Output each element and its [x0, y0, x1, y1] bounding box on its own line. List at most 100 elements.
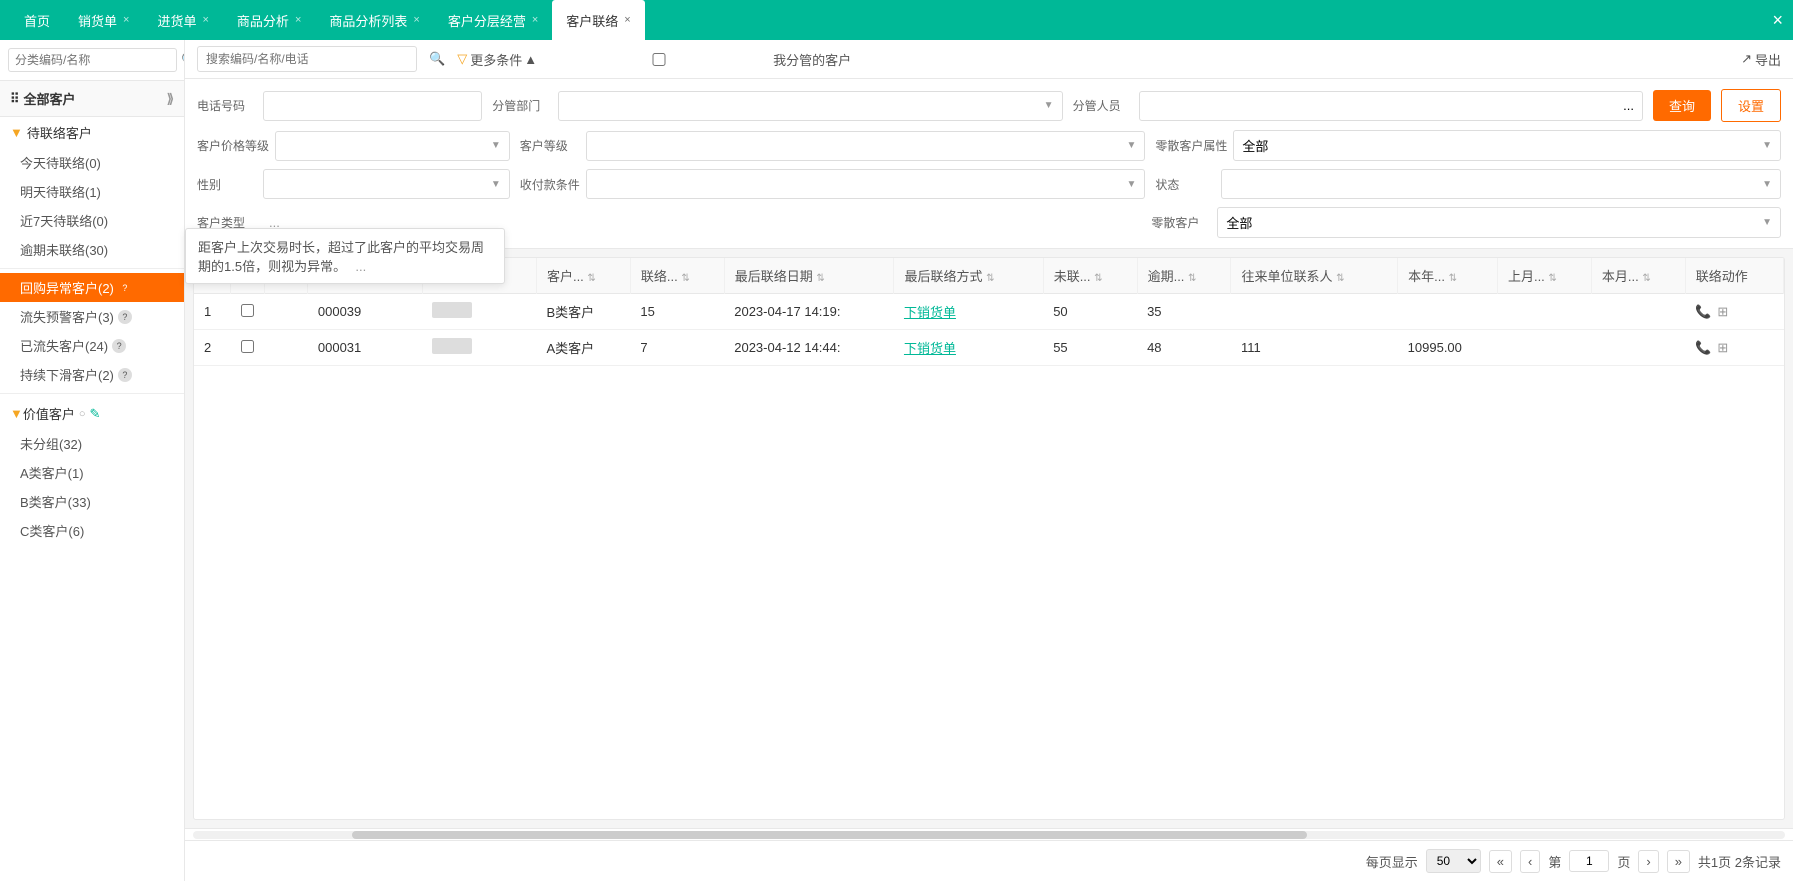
person-select[interactable]: ...	[1139, 91, 1643, 121]
retail-attr-label: 零散客户属性	[1155, 137, 1227, 154]
all-customers-label: 全部客户	[24, 89, 76, 108]
payment-label: 收付款条件	[520, 176, 580, 193]
sidebar-item-declining[interactable]: 持续下滑客户(2) ?	[0, 360, 184, 389]
col-last-contact-date[interactable]: 最后联络日期 ⇅	[724, 258, 894, 294]
nav-customer-contact[interactable]: 客户联络 ×	[552, 0, 644, 40]
tooltip-more[interactable]: ...	[355, 259, 366, 274]
nav-sales[interactable]: 销货单 ×	[64, 0, 143, 40]
sidebar-item-loss-warning[interactable]: 流失预警客户(3) ?	[0, 302, 184, 331]
gender-select[interactable]: ▼	[263, 169, 510, 199]
dept-select[interactable]: ▼	[558, 91, 1062, 121]
close-customer-tier-tab[interactable]: ×	[532, 14, 538, 26]
query-button[interactable]: 查询	[1653, 90, 1711, 121]
waiting-group-label[interactable]: ▼ 待联络客户	[0, 117, 184, 148]
lost-info-icon[interactable]: ?	[112, 339, 126, 353]
nav-purchase[interactable]: 进货单 ×	[143, 0, 222, 40]
sidebar-item-ungroup[interactable]: 未分组(32)	[0, 429, 184, 458]
col-this-year[interactable]: 本年... ⇅	[1398, 258, 1498, 294]
close-product-analysis-list-tab[interactable]: ×	[413, 14, 419, 26]
sidebar-item-lost[interactable]: 已流失客户(24) ?	[0, 331, 184, 360]
close-purchase-tab[interactable]: ×	[202, 14, 208, 26]
retail-customer-chevron-icon: ▼	[1762, 217, 1772, 228]
row-last-contact-date: 2023-04-17 14:19:	[724, 294, 894, 330]
sidebar-item-today[interactable]: 今天待联络(0)	[0, 148, 184, 177]
customer-search-input[interactable]	[197, 46, 417, 72]
more-conditions-btn[interactable]: ▽ 更多条件 ▲	[457, 50, 537, 69]
retail-attr-select[interactable]: 全部 ▼	[1233, 130, 1781, 161]
nav-product-analysis-list[interactable]: 商品分析列表 ×	[315, 0, 433, 40]
filter-price-level-field: 客户价格等级 ▼	[197, 131, 510, 161]
main-table-wrapper: ⚙ 客户编码 ⇅ 客户名称 ⇅ 客户... ⇅	[193, 257, 1785, 820]
sidebar-item-a-class[interactable]: A类客户(1)	[0, 458, 184, 487]
col-last-month[interactable]: 上月... ⇅	[1497, 258, 1591, 294]
my-customer-checkbox-area: 我分管的客户	[549, 50, 851, 69]
next-page-btn[interactable]: ›	[1638, 850, 1658, 873]
action-phone-icon[interactable]: 📞	[1695, 340, 1711, 356]
col-overdue[interactable]: 逾期... ⇅	[1137, 258, 1231, 294]
phone-input[interactable]	[263, 91, 482, 121]
close-sales-tab[interactable]: ×	[123, 14, 129, 26]
row-contact: 7	[630, 330, 724, 366]
row-last-contact-method[interactable]: 下销货单	[894, 330, 1043, 366]
export-btn[interactable]: ↗ 导出	[1741, 50, 1781, 69]
price-level-select[interactable]: ▼	[275, 131, 510, 161]
scroll-thumb[interactable]	[352, 831, 1307, 839]
close-product-analysis-tab[interactable]: ×	[295, 14, 301, 26]
prev-page-btn[interactable]: ‹	[1520, 850, 1540, 873]
row-last-contact-method[interactable]: 下销货单	[894, 294, 1043, 330]
payment-select[interactable]: ▼	[586, 169, 1146, 199]
sidebar-collapse-icon[interactable]: ⟫	[167, 91, 174, 107]
row-last-month	[1497, 330, 1591, 366]
action-phone-icon[interactable]: 📞	[1695, 304, 1711, 320]
customer-search-icon[interactable]: 🔍	[429, 51, 445, 67]
filter-icon: ▽	[457, 51, 467, 67]
row-settings	[264, 294, 308, 330]
sidebar-item-c-class[interactable]: C类客户(6)	[0, 516, 184, 545]
row-settings	[264, 330, 308, 366]
sidebar-item-repurchase[interactable]: 回购异常客户(2) ?	[0, 273, 184, 302]
all-customers-header[interactable]: ⠿ 全部客户 ⟫	[0, 81, 184, 117]
col-this-month[interactable]: 本月... ⇅	[1591, 258, 1685, 294]
setup-button[interactable]: 设置	[1721, 89, 1781, 122]
my-customer-checkbox[interactable]	[549, 53, 769, 66]
nav-customer-tier[interactable]: 客户分层经营 ×	[434, 0, 552, 40]
col-last-contact-method[interactable]: 最后联络方式 ⇅	[894, 258, 1043, 294]
row-code: 000031	[308, 330, 422, 366]
close-customer-contact-tab[interactable]: ×	[624, 14, 630, 26]
declining-info-icon[interactable]: ?	[118, 368, 132, 382]
nav-home[interactable]: 首页	[10, 0, 64, 40]
row-checkbox[interactable]	[241, 340, 254, 353]
person-dots[interactable]: ...	[1623, 98, 1634, 113]
row-contact: 15	[630, 294, 724, 330]
first-page-btn[interactable]: «	[1489, 850, 1512, 873]
filter-status-field: 状态 ▼	[1155, 169, 1781, 199]
nav-product-analysis[interactable]: 商品分析 ×	[223, 0, 315, 40]
row-overdue: 35	[1137, 294, 1231, 330]
value-group-edit-icon[interactable]: ✎	[90, 406, 101, 422]
row-checkbox[interactable]	[241, 304, 254, 317]
repurchase-info-icon[interactable]: ?	[118, 281, 132, 295]
sidebar-item-7days[interactable]: 近7天待联络(0)	[0, 206, 184, 235]
action-more-icon[interactable]: ⊞	[1717, 340, 1728, 356]
last-page-btn[interactable]: »	[1667, 850, 1690, 873]
category-search-input[interactable]	[8, 48, 177, 72]
filter-retail-customer-field: 零散客户 全部 ▼	[1151, 207, 1781, 238]
retail-customer-select[interactable]: 全部 ▼	[1217, 207, 1781, 238]
sidebar-item-overdue[interactable]: 逾期未联络(30)	[0, 235, 184, 264]
row-name	[422, 330, 536, 366]
horizontal-scrollbar[interactable]	[185, 828, 1793, 840]
action-more-icon[interactable]: ⊞	[1717, 304, 1728, 320]
sidebar-item-b-class[interactable]: B类客户(33)	[0, 487, 184, 516]
status-select[interactable]: ▼	[1221, 169, 1781, 199]
sidebar-item-tomorrow[interactable]: 明天待联络(1)	[0, 177, 184, 206]
col-unit-contact[interactable]: 往来单位联系人 ⇅	[1231, 258, 1398, 294]
customer-level-select[interactable]: ▼	[586, 131, 1146, 161]
per-page-select[interactable]: 50 20 100 200	[1426, 849, 1481, 873]
loss-info-icon[interactable]: ?	[118, 310, 132, 324]
close-all-tabs[interactable]: ×	[1772, 10, 1783, 31]
page-number-input[interactable]	[1569, 850, 1609, 872]
col-contact[interactable]: 联络... ⇅	[630, 258, 724, 294]
col-unreached[interactable]: 未联... ⇅	[1043, 258, 1137, 294]
col-type[interactable]: 客户... ⇅	[536, 258, 630, 294]
value-group-circle[interactable]: ○	[79, 408, 86, 420]
